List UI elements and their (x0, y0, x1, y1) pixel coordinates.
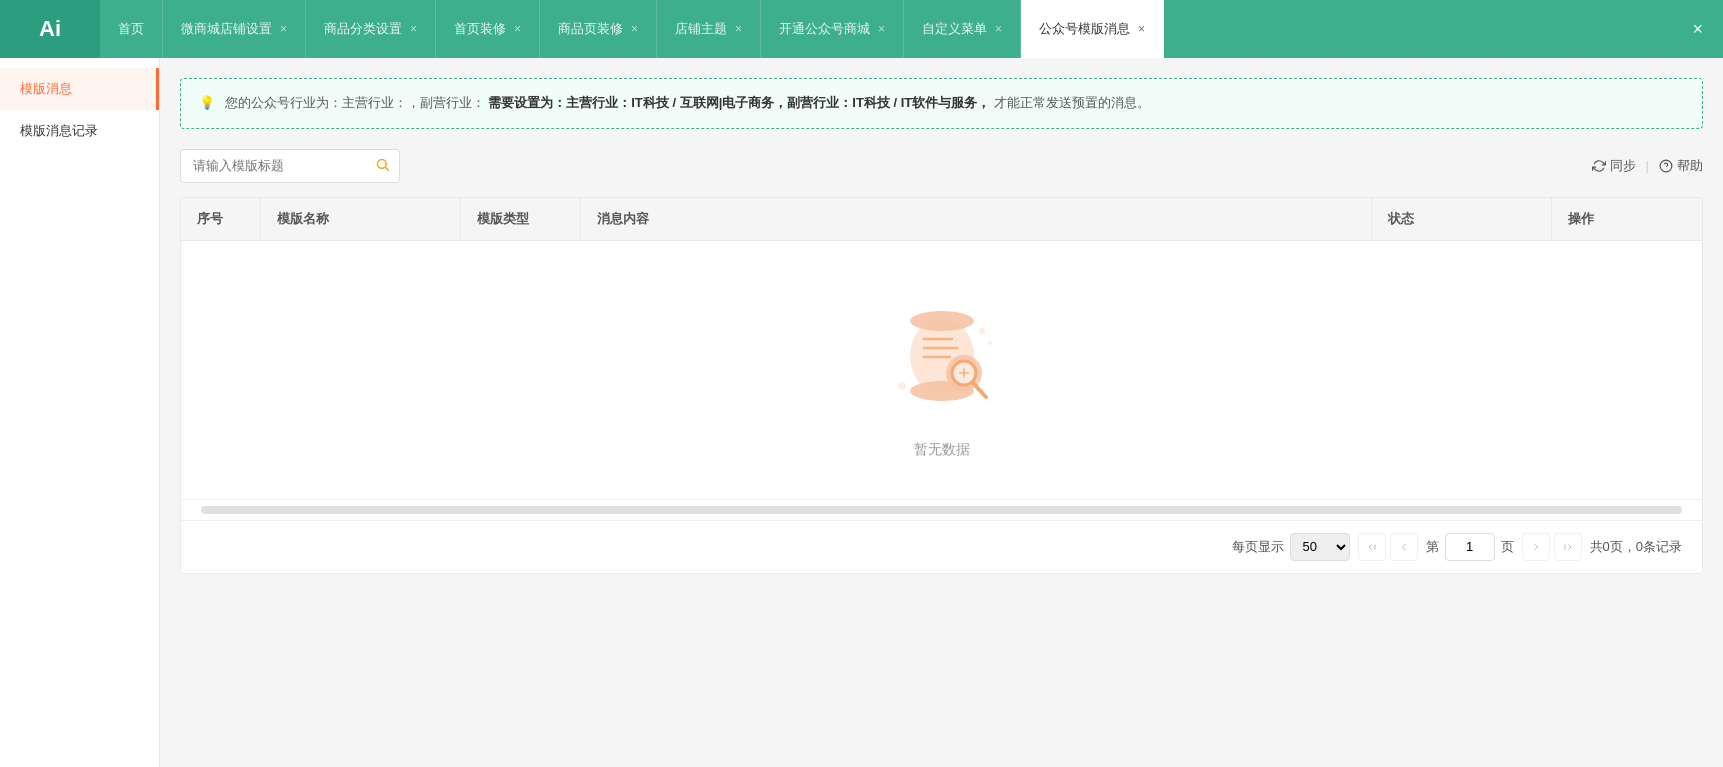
tab-custommenu-close[interactable]: × (995, 22, 1002, 36)
tab-productpage-label: 商品页装修 (558, 20, 623, 38)
tab-homepage-label: 首页装修 (454, 20, 506, 38)
data-table: 序号 模版名称 模版类型 消息内容 状态 操作 (180, 197, 1703, 574)
tab-templatemsg-label: 公众号模版消息 (1039, 20, 1130, 38)
sidebar-item-template-msg-record-label: 模版消息记录 (20, 123, 98, 138)
page-suffix: 页 (1501, 538, 1514, 556)
svg-line-13 (973, 383, 986, 397)
per-page-label: 每页显示 (1232, 538, 1284, 556)
empty-illustration (882, 301, 1002, 421)
logo: Ai (0, 0, 100, 58)
notice-suffix: 才能正常发送预置的消息。 (994, 95, 1150, 110)
tab-home-label: 首页 (118, 20, 144, 38)
page-prefix: 第 (1426, 538, 1439, 556)
tab-weshop-label: 微商城店铺设置 (181, 20, 272, 38)
main-layout: 模版消息 模版消息记录 💡 您的公众号行业为：主营行业：，副营行业： 需要设置为… (0, 58, 1723, 767)
tab-homepage[interactable]: 首页装修 × (436, 0, 540, 58)
first-page-button[interactable] (1358, 533, 1386, 561)
page-nav (1358, 533, 1418, 561)
sync-button[interactable]: 同步 (1592, 157, 1636, 175)
divider: | (1646, 158, 1649, 173)
tab-templatemsg-close[interactable]: × (1138, 22, 1145, 36)
svg-line-1 (385, 167, 388, 170)
empty-text: 暂无数据 (914, 441, 970, 459)
page-input-wrap: 第 页 (1426, 533, 1514, 561)
tab-bar: Ai 首页 微商城店铺设置 × 商品分类设置 × 首页装修 × 商品页装修 × … (0, 0, 1723, 58)
notice-box: 💡 您的公众号行业为：主营行业：，副营行业： 需要设置为：主营行业：IT科技 /… (180, 78, 1703, 129)
search-right: 同步 | 帮助 (1592, 157, 1703, 175)
tab-openmall-close[interactable]: × (878, 22, 885, 36)
last-page-button[interactable] (1554, 533, 1582, 561)
tab-custommenu[interactable]: 自定义菜单 × (904, 0, 1021, 58)
per-page-select-wrap: 每页显示 50 10 20 100 (1232, 533, 1350, 561)
tab-custommenu-label: 自定义菜单 (922, 20, 987, 38)
scroll-bar-wrap (181, 499, 1702, 520)
search-left (180, 149, 400, 183)
sidebar-item-template-msg-record[interactable]: 模版消息记录 (0, 110, 159, 152)
svg-point-5 (910, 311, 974, 331)
tab-theme[interactable]: 店铺主题 × (657, 0, 761, 58)
content-area: 💡 您的公众号行业为：主营行业：，副营行业： 需要设置为：主营行业：IT科技 /… (160, 58, 1723, 767)
search-button[interactable] (375, 157, 390, 175)
total-info: 共0页，0条记录 (1590, 538, 1682, 556)
tab-weshop-close[interactable]: × (280, 22, 287, 36)
sync-label: 同步 (1610, 157, 1636, 175)
tab-category-close[interactable]: × (410, 22, 417, 36)
sidebar: 模版消息 模版消息记录 (0, 58, 160, 767)
th-seq: 序号 (181, 198, 261, 240)
th-type: 模版类型 (461, 198, 581, 240)
notice-highlight: 需要设置为：主营行业：IT科技 / 互联网|电子商务，副营行业：IT科技 / I… (488, 95, 990, 110)
tab-weshop[interactable]: 微商城店铺设置 × (163, 0, 306, 58)
sidebar-item-template-msg[interactable]: 模版消息 (0, 68, 159, 110)
notice-prefix: 您的公众号行业为：主营行业：，副营行业： (225, 95, 485, 110)
svg-point-17 (988, 341, 992, 345)
notice-icon: 💡 (199, 95, 215, 110)
tab-openmall-label: 开通公众号商城 (779, 20, 870, 38)
th-action: 操作 (1552, 198, 1702, 240)
search-input-wrap (180, 149, 400, 183)
tab-templatemsg[interactable]: 公众号模版消息 × (1021, 0, 1164, 58)
tab-category[interactable]: 商品分类设置 × (306, 0, 436, 58)
tab-theme-close[interactable]: × (735, 22, 742, 36)
tab-homepage-close[interactable]: × (514, 22, 521, 36)
table-header: 序号 模版名称 模版类型 消息内容 状态 操作 (181, 198, 1702, 241)
svg-point-18 (898, 382, 906, 390)
page-number-input[interactable] (1445, 533, 1495, 561)
tab-theme-label: 店铺主题 (675, 20, 727, 38)
horizontal-scrollbar[interactable] (201, 506, 1682, 514)
svg-point-0 (378, 159, 387, 168)
help-label: 帮助 (1677, 157, 1703, 175)
close-all-button[interactable]: × (1672, 0, 1723, 58)
tab-productpage[interactable]: 商品页装修 × (540, 0, 657, 58)
th-name: 模版名称 (261, 198, 461, 240)
per-page-select[interactable]: 50 10 20 100 (1290, 533, 1350, 561)
tab-home[interactable]: 首页 (100, 0, 163, 58)
tab-openmall[interactable]: 开通公众号商城 × (761, 0, 904, 58)
empty-state: 暂无数据 (181, 241, 1702, 499)
tab-productpage-close[interactable]: × (631, 22, 638, 36)
tab-category-label: 商品分类设置 (324, 20, 402, 38)
page-nav-next (1522, 533, 1582, 561)
sidebar-item-template-msg-label: 模版消息 (20, 81, 72, 96)
pagination: 每页显示 50 10 20 100 (181, 520, 1702, 573)
next-page-button[interactable] (1522, 533, 1550, 561)
prev-page-button[interactable] (1390, 533, 1418, 561)
th-status: 状态 (1372, 198, 1552, 240)
search-input[interactable] (180, 149, 400, 183)
search-bar: 同步 | 帮助 (180, 149, 1703, 183)
th-content: 消息内容 (581, 198, 1372, 240)
help-button[interactable]: 帮助 (1659, 157, 1703, 175)
svg-point-16 (979, 328, 985, 334)
